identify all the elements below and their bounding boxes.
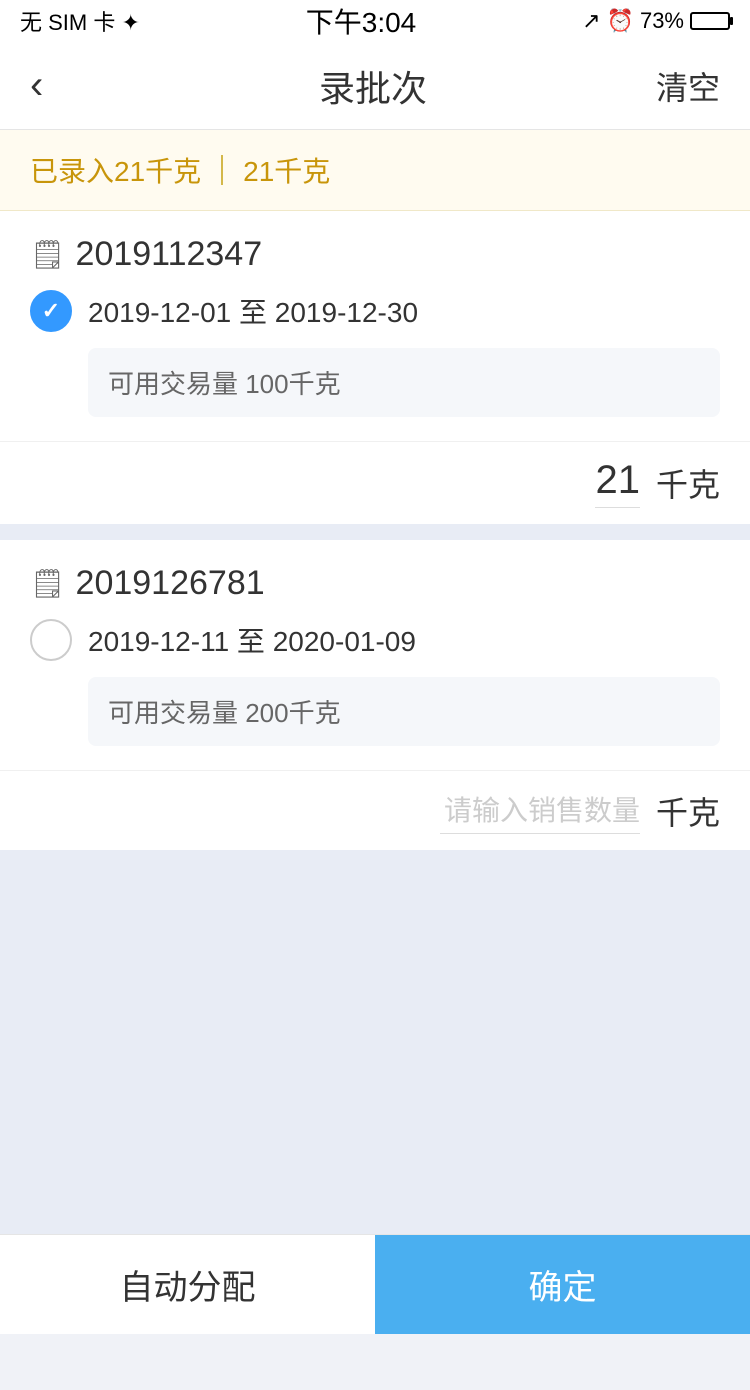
bottom-bar: 自动分配 确定: [0, 1234, 750, 1334]
battery-percent: 73%: [640, 8, 684, 34]
status-bar: 无 SIM 卡 ✦ 下午3:04 ↗ ⏰ 73%: [0, 0, 750, 42]
batch-2-radio[interactable]: [30, 619, 72, 661]
auto-distribute-button[interactable]: 自动分配: [0, 1235, 375, 1334]
confirm-button[interactable]: 确定: [375, 1235, 750, 1334]
location-icon: ↗: [582, 8, 600, 34]
back-button[interactable]: ‹: [30, 63, 90, 108]
batch-1-unit: 千克: [656, 460, 720, 506]
batch-2-input-wrapper[interactable]: [440, 787, 640, 834]
alarm-icon: ⏰: [607, 8, 634, 34]
batch-2-date-row: 2019-12-11 至 2020-01-09: [30, 619, 720, 661]
batch-1-date: 2019-12-01 至 2019-12-30: [88, 291, 418, 331]
batch-2-title-row: 🗒 2019126781: [30, 564, 720, 603]
batch-1-number: 2019112347: [76, 235, 263, 274]
info-divider: [221, 155, 223, 185]
batch-1-available: 可用交易量 100千克: [88, 348, 720, 417]
section-divider-1: [0, 524, 750, 540]
page-content: 🗒 2019112347 2019-12-01 至 2019-12-30 可用交…: [0, 211, 750, 1390]
recorded-label: 已录入21千克: [30, 150, 201, 190]
batch-2-unit: 千克: [656, 788, 720, 834]
batch-2-number: 2019126781: [76, 564, 265, 603]
info-banner: 已录入21千克 21千克: [0, 130, 750, 211]
status-time: 下午3:04: [306, 1, 417, 41]
status-right: ↗ ⏰ 73%: [582, 8, 730, 34]
batch-card-1: 🗒 2019112347 2019-12-01 至 2019-12-30 可用交…: [0, 211, 750, 524]
batch-2-date: 2019-12-11 至 2020-01-09: [88, 620, 416, 660]
batch-1-doc-icon: 🗒: [30, 238, 66, 271]
batch-1-qty-filled: 21: [595, 458, 640, 502]
status-left: 无 SIM 卡 ✦: [20, 5, 140, 37]
page-title: 录批次: [319, 60, 427, 112]
batch-card-1-body: 🗒 2019112347 2019-12-01 至 2019-12-30 可用交…: [0, 211, 750, 441]
batch-1-input-wrapper[interactable]: 21: [595, 458, 640, 508]
section-divider-2: [0, 850, 750, 1290]
batch-1-radio[interactable]: [30, 290, 72, 332]
batch-1-qty-row: 21 千克: [0, 441, 750, 524]
batch-2-doc-icon: 🗒: [30, 567, 66, 600]
batch-1-title-row: 🗒 2019112347: [30, 235, 720, 274]
clear-button[interactable]: 清空: [656, 63, 720, 109]
batch-card-2-body: 🗒 2019126781 2019-12-11 至 2020-01-09 可用交…: [0, 540, 750, 770]
recorded-value: 21千克: [243, 150, 330, 190]
batch-1-date-row: 2019-12-01 至 2019-12-30: [30, 290, 720, 332]
batch-2-available: 可用交易量 200千克: [88, 677, 720, 746]
batch-card-2: 🗒 2019126781 2019-12-11 至 2020-01-09 可用交…: [0, 540, 750, 850]
no-sim-text: 无 SIM 卡 ✦: [20, 5, 140, 37]
batch-2-qty-input[interactable]: [440, 787, 640, 829]
nav-bar: ‹ 录批次 清空: [0, 42, 750, 130]
batch-2-qty-row: 千克: [0, 770, 750, 850]
battery-icon: [690, 12, 730, 30]
